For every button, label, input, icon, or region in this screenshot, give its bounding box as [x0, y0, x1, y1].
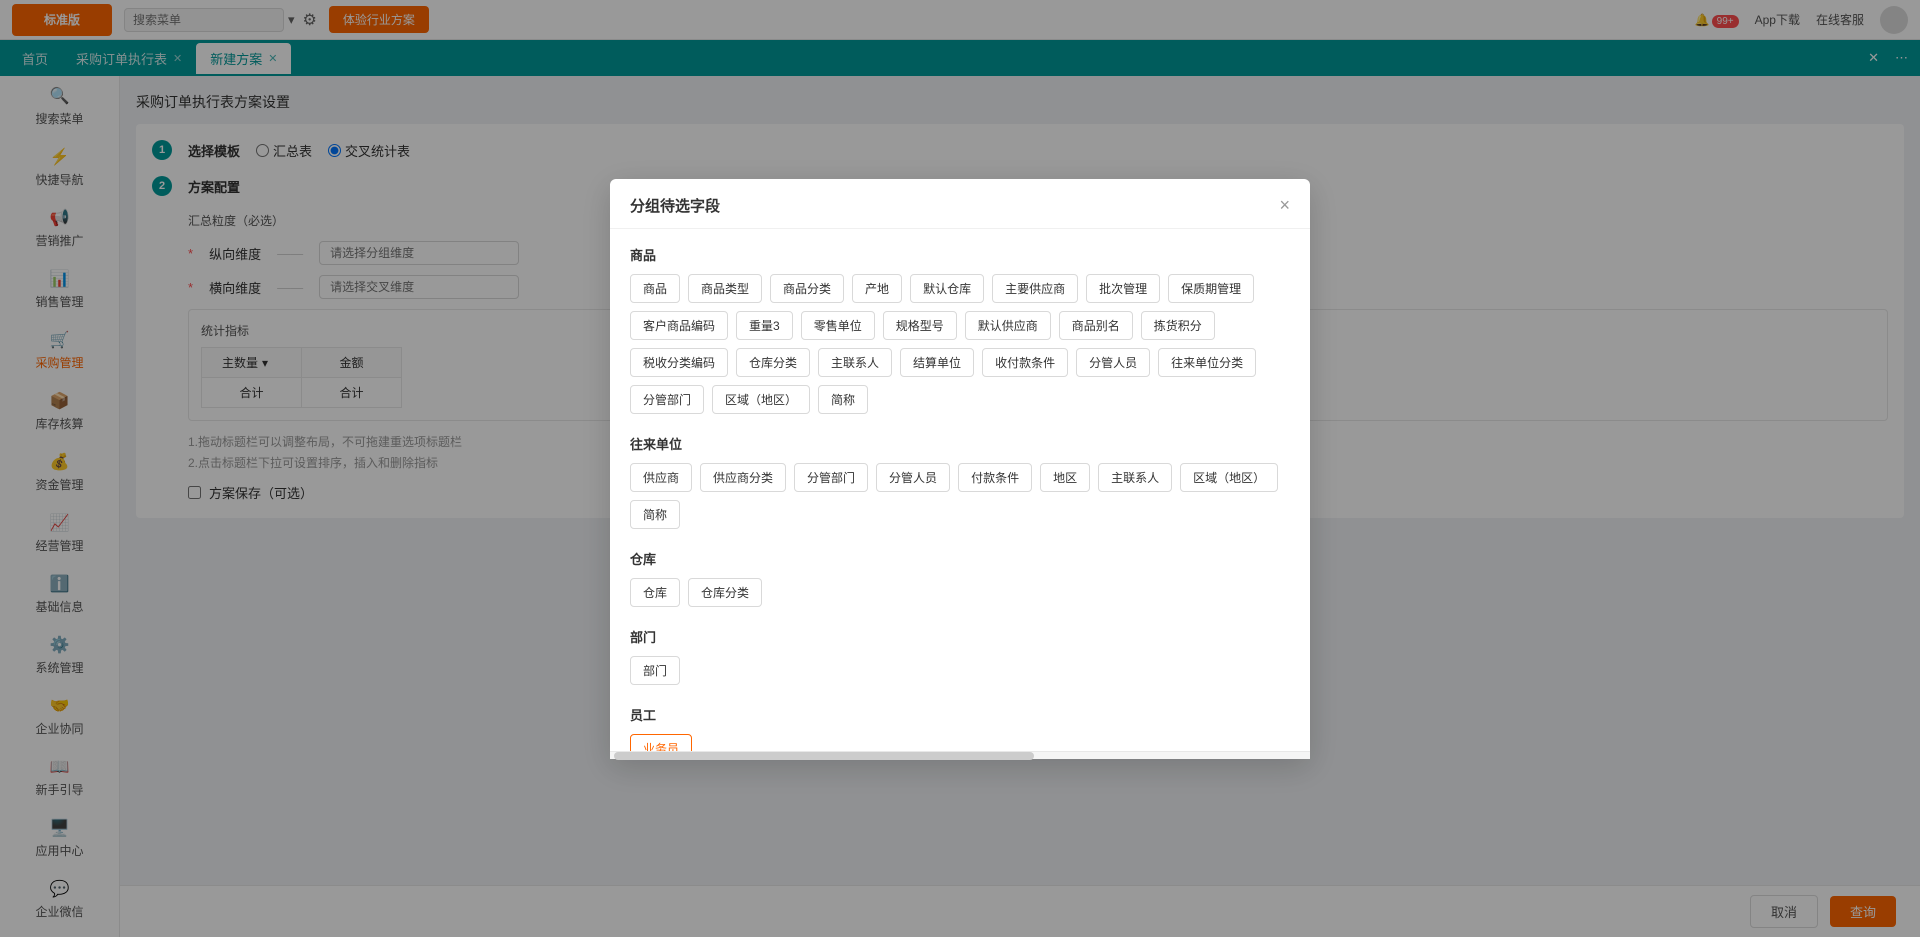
- section-employee-fields: 业务员: [630, 734, 1290, 751]
- modal-scrollbar-thumb: [614, 752, 1034, 760]
- section-goods-title: 商品: [630, 245, 1290, 264]
- field-partner-7[interactable]: 区域（地区）: [1180, 463, 1278, 492]
- modal-title: 分组待选字段: [630, 195, 720, 216]
- field-goods-12[interactable]: 默认供应商: [965, 311, 1051, 340]
- modal-overlay[interactable]: 分组待选字段 × 商品 商品 商品类型 商品分类 产地 默认仓库 主要供应商 批…: [0, 0, 1920, 937]
- field-goods-19[interactable]: 收付款条件: [982, 348, 1068, 377]
- field-goods-17[interactable]: 主联系人: [818, 348, 892, 377]
- field-goods-15[interactable]: 税收分类编码: [630, 348, 728, 377]
- section-partner-title: 往来单位: [630, 434, 1290, 453]
- field-goods-18[interactable]: 结算单位: [900, 348, 974, 377]
- field-partner-8[interactable]: 简称: [630, 500, 680, 529]
- field-warehouse-0[interactable]: 仓库: [630, 578, 680, 607]
- section-warehouse-title: 仓库: [630, 549, 1290, 568]
- field-goods-13[interactable]: 商品别名: [1059, 311, 1133, 340]
- field-partner-2[interactable]: 分管部门: [794, 463, 868, 492]
- section-warehouse: 仓库 仓库 仓库分类: [630, 549, 1290, 607]
- field-goods-14[interactable]: 拣货积分: [1141, 311, 1215, 340]
- section-goods-fields: 商品 商品类型 商品分类 产地 默认仓库 主要供应商 批次管理 保质期管理 客户…: [630, 274, 1290, 414]
- section-goods: 商品 商品 商品类型 商品分类 产地 默认仓库 主要供应商 批次管理 保质期管理…: [630, 245, 1290, 414]
- field-goods-23[interactable]: 区域（地区）: [712, 385, 810, 414]
- field-goods-11[interactable]: 规格型号: [883, 311, 957, 340]
- field-goods-4[interactable]: 默认仓库: [910, 274, 984, 303]
- section-department-title: 部门: [630, 627, 1290, 646]
- section-partner-fields: 供应商 供应商分类 分管部门 分管人员 付款条件 地区 主联系人 区域（地区） …: [630, 463, 1290, 529]
- field-partner-3[interactable]: 分管人员: [876, 463, 950, 492]
- field-partner-0[interactable]: 供应商: [630, 463, 692, 492]
- field-goods-2[interactable]: 商品分类: [770, 274, 844, 303]
- field-goods-5[interactable]: 主要供应商: [992, 274, 1078, 303]
- field-partner-5[interactable]: 地区: [1040, 463, 1090, 492]
- field-partner-4[interactable]: 付款条件: [958, 463, 1032, 492]
- field-goods-9[interactable]: 重量3: [736, 311, 793, 340]
- field-partner-1[interactable]: 供应商分类: [700, 463, 786, 492]
- field-goods-10[interactable]: 零售单位: [801, 311, 875, 340]
- section-employee-title: 员工: [630, 705, 1290, 724]
- field-department-0[interactable]: 部门: [630, 656, 680, 685]
- field-goods-0[interactable]: 商品: [630, 274, 680, 303]
- field-goods-21[interactable]: 往来单位分类: [1158, 348, 1256, 377]
- modal-body: 商品 商品 商品类型 商品分类 产地 默认仓库 主要供应商 批次管理 保质期管理…: [610, 229, 1310, 751]
- field-partner-6[interactable]: 主联系人: [1098, 463, 1172, 492]
- field-selection-modal: 分组待选字段 × 商品 商品 商品类型 商品分类 产地 默认仓库 主要供应商 批…: [610, 179, 1310, 759]
- field-goods-8[interactable]: 客户商品编码: [630, 311, 728, 340]
- field-employee-0[interactable]: 业务员: [630, 734, 692, 751]
- modal-header: 分组待选字段 ×: [610, 179, 1310, 229]
- field-goods-6[interactable]: 批次管理: [1086, 274, 1160, 303]
- modal-close-icon[interactable]: ×: [1279, 196, 1290, 214]
- field-goods-1[interactable]: 商品类型: [688, 274, 762, 303]
- modal-horizontal-scrollbar[interactable]: [610, 751, 1310, 759]
- field-warehouse-1[interactable]: 仓库分类: [688, 578, 762, 607]
- field-goods-7[interactable]: 保质期管理: [1168, 274, 1254, 303]
- section-partner: 往来单位 供应商 供应商分类 分管部门 分管人员 付款条件 地区 主联系人 区域…: [630, 434, 1290, 529]
- field-goods-16[interactable]: 仓库分类: [736, 348, 810, 377]
- field-goods-24[interactable]: 简称: [818, 385, 868, 414]
- field-goods-22[interactable]: 分管部门: [630, 385, 704, 414]
- field-goods-3[interactable]: 产地: [852, 274, 902, 303]
- field-goods-20[interactable]: 分管人员: [1076, 348, 1150, 377]
- section-warehouse-fields: 仓库 仓库分类: [630, 578, 1290, 607]
- section-employee: 员工 业务员: [630, 705, 1290, 751]
- section-department: 部门 部门: [630, 627, 1290, 685]
- section-department-fields: 部门: [630, 656, 1290, 685]
